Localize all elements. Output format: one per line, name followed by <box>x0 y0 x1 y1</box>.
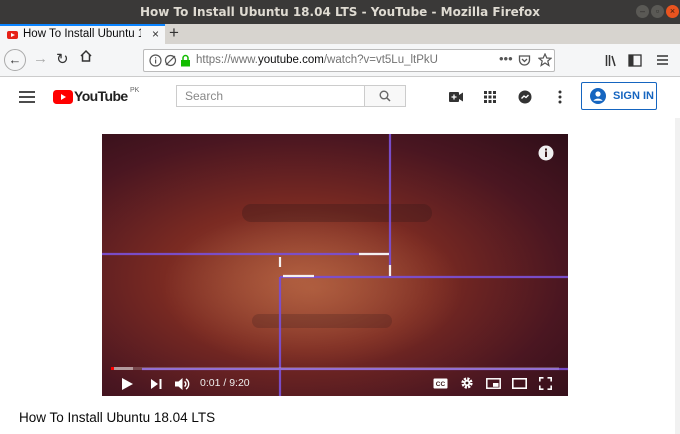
url-host: youtube.com <box>258 54 324 66</box>
time-total: 9:20 <box>229 377 250 389</box>
time-separator: / <box>220 377 230 389</box>
youtube-favicon-icon <box>7 31 18 39</box>
youtube-logo-text: YouTube <box>74 88 128 104</box>
player-controls: 0:01 / 9:20 CC <box>102 366 568 396</box>
settings-more-icon[interactable] <box>558 90 562 104</box>
video-player[interactable]: 0:01 / 9:20 CC <box>102 134 568 396</box>
back-button[interactable]: ← <box>4 49 26 71</box>
search-button[interactable] <box>364 85 406 107</box>
search-input[interactable]: Search <box>176 85 365 107</box>
reload-button[interactable]: ↻ <box>56 50 69 68</box>
navigation-toolbar: ← → ↻ https://www.youtube.com/watch?v=vt… <box>0 44 680 77</box>
bookmark-star-icon[interactable] <box>538 53 552 67</box>
pocket-icon[interactable] <box>518 54 531 67</box>
page-scrollbar[interactable] <box>675 118 680 434</box>
miniplayer-icon[interactable] <box>486 378 501 389</box>
youtube-play-logo-icon <box>53 90 73 104</box>
minimize-button[interactable]: – <box>636 5 649 18</box>
region-code: PK <box>130 87 140 94</box>
sidebar-icon[interactable] <box>628 54 642 67</box>
apps-grid-icon[interactable] <box>484 91 496 103</box>
autoplay-blocked-icon[interactable] <box>164 54 177 67</box>
account-icon <box>590 88 606 104</box>
hamburger-menu-icon[interactable] <box>656 54 669 66</box>
page-actions-icon[interactable]: ••• <box>499 51 513 66</box>
info-icon[interactable] <box>149 54 162 67</box>
time-display: 0:01 / 9:20 <box>200 377 250 389</box>
sign-in-label: SIGN IN <box>613 90 654 102</box>
guide-menu-icon[interactable] <box>19 91 35 103</box>
close-tab-icon[interactable]: × <box>152 27 159 41</box>
tab-label: How To Install Ubuntu 18.04 LTS <box>23 28 141 40</box>
settings-gear-icon[interactable] <box>460 376 474 390</box>
video-title: How To Install Ubuntu 18.04 LTS <box>19 410 216 425</box>
window-title: How To Install Ubuntu 18.04 LTS - YouTub… <box>140 5 540 19</box>
library-icon[interactable] <box>605 54 619 67</box>
tab-bar: How To Install Ubuntu 18.04 LTS × + <box>0 23 680 44</box>
video-info-icon[interactable] <box>538 145 554 161</box>
url-prefix: https://www. <box>196 54 258 66</box>
forward-button[interactable]: → <box>33 50 48 67</box>
subtitles-icon[interactable]: CC <box>433 378 448 389</box>
maximize-button[interactable]: ▫ <box>651 5 664 18</box>
messages-icon[interactable] <box>518 90 532 104</box>
time-current: 0:01 <box>200 377 221 389</box>
url-text[interactable]: https://www.youtube.com/watch?v=vt5Lu_lt… <box>196 54 438 66</box>
close-window-button[interactable]: × <box>666 5 679 18</box>
youtube-header: YouTube PK Search SIGN IN <box>0 77 680 118</box>
url-bar[interactable]: https://www.youtube.com/watch?v=vt5Lu_lt… <box>143 49 555 72</box>
sign-in-button[interactable]: SIGN IN <box>581 82 657 110</box>
play-icon[interactable] <box>122 378 133 390</box>
search-icon <box>379 90 391 102</box>
theater-mode-icon[interactable] <box>512 378 527 389</box>
home-icon <box>80 49 92 62</box>
fullscreen-icon[interactable] <box>539 377 552 390</box>
video-frame <box>102 134 568 396</box>
volume-icon[interactable] <box>175 377 190 391</box>
new-tab-button[interactable]: + <box>169 23 179 43</box>
lock-icon[interactable] <box>180 54 191 67</box>
tab-active[interactable]: How To Install Ubuntu 18.04 LTS × <box>0 24 165 44</box>
window-titlebar: How To Install Ubuntu 18.04 LTS - YouTub… <box>0 0 680 24</box>
svg-text:CC: CC <box>436 381 446 388</box>
create-video-icon[interactable] <box>449 92 463 102</box>
next-icon[interactable] <box>151 379 162 389</box>
home-button[interactable] <box>79 49 93 67</box>
url-path: /watch?v=vt5Lu_ltPkU <box>323 54 438 66</box>
